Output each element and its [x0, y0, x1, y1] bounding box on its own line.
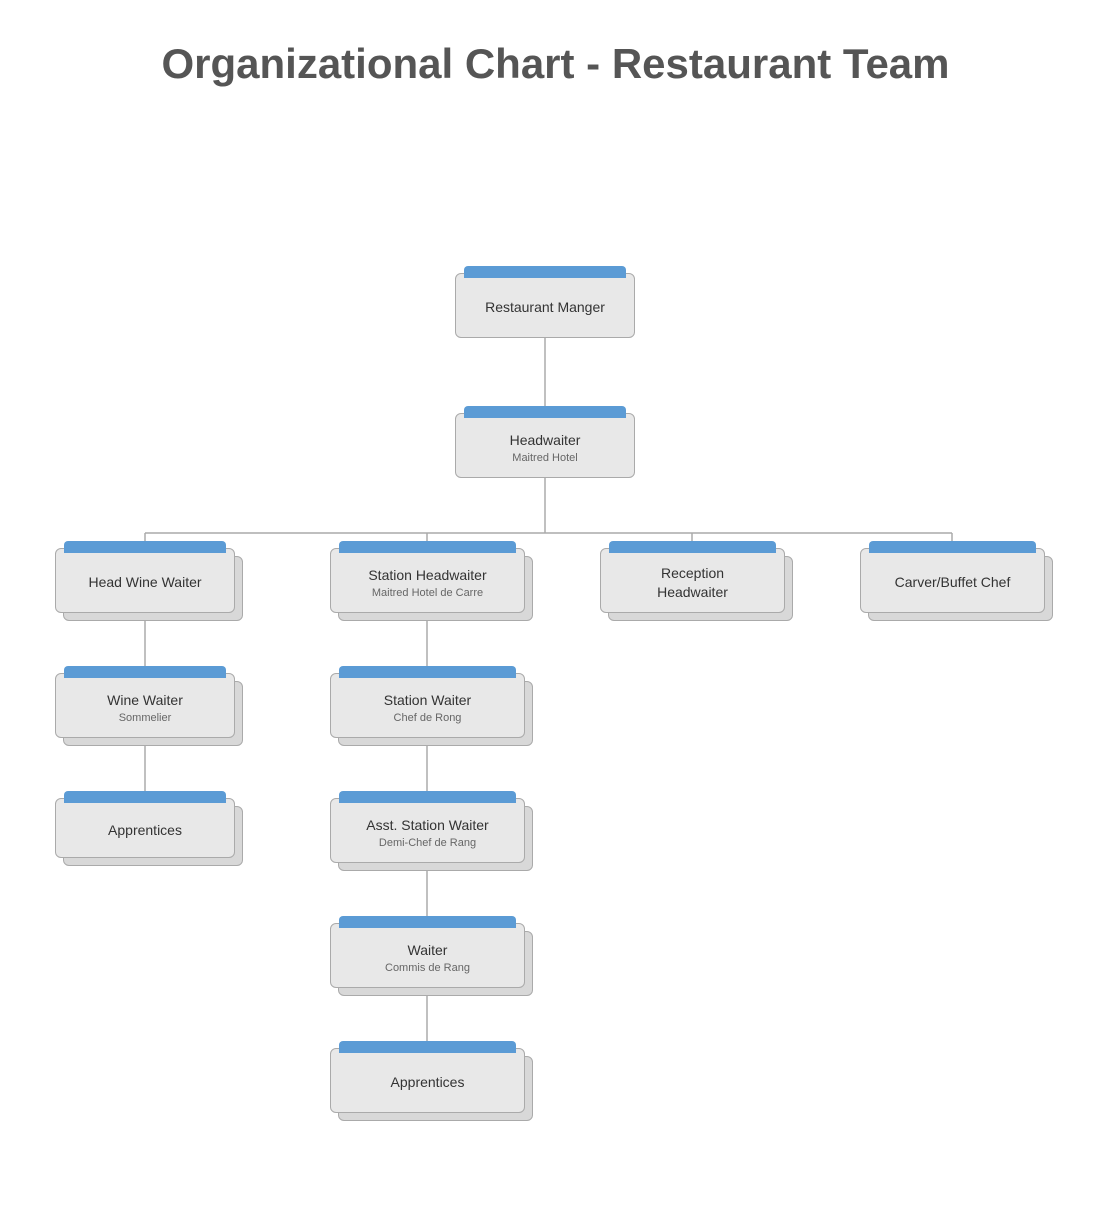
page-title: Organizational Chart - Restaurant Team: [0, 0, 1111, 118]
node-station-waiter-title: Station Waiter: [384, 691, 471, 709]
node-asst-station-waiter: Asst. Station Waiter Demi-Chef de Rang: [330, 798, 525, 863]
node-head-wine-waiter-title: Head Wine Waiter: [88, 573, 201, 591]
node-wine-waiter-sub: Sommelier: [119, 712, 172, 724]
node-apprentices-left-title: Apprentices: [108, 821, 182, 839]
node-apprentices-left: Apprentices: [55, 798, 235, 858]
node-restaurant-manager: Restaurant Manger: [455, 273, 635, 338]
node-wine-waiter: Wine Waiter Sommelier: [55, 673, 235, 738]
node-headwaiter-sub: Maitred Hotel: [512, 452, 577, 464]
node-reception-headwaiter: Reception Headwaiter: [600, 548, 785, 613]
node-carver-buffet-chef: Carver/Buffet Chef: [860, 548, 1045, 613]
node-asst-station-waiter-sub: Demi-Chef de Rang: [379, 837, 476, 849]
node-restaurant-manager-title: Restaurant Manger: [485, 298, 605, 316]
node-station-headwaiter-sub: Maitred Hotel de Carre: [372, 587, 483, 599]
node-headwaiter: Headwaiter Maitred Hotel: [455, 413, 635, 478]
node-station-headwaiter-title: Station Headwaiter: [368, 566, 486, 584]
node-station-waiter-sub: Chef de Rong: [394, 712, 462, 724]
node-apprentices-right-title: Apprentices: [391, 1073, 465, 1091]
node-station-headwaiter: Station Headwaiter Maitred Hotel de Carr…: [330, 548, 525, 613]
node-wine-waiter-title: Wine Waiter: [107, 691, 183, 709]
node-headwaiter-title: Headwaiter: [510, 431, 581, 449]
node-reception-headwaiter-title: Reception Headwaiter: [657, 564, 728, 600]
node-head-wine-waiter: Head Wine Waiter: [55, 548, 235, 613]
node-waiter-sub: Commis de Rang: [385, 962, 470, 974]
node-station-waiter: Station Waiter Chef de Rong: [330, 673, 525, 738]
node-carver-buffet-chef-title: Carver/Buffet Chef: [895, 573, 1011, 591]
node-waiter: Waiter Commis de Rang: [330, 923, 525, 988]
node-asst-station-waiter-title: Asst. Station Waiter: [366, 816, 488, 834]
node-apprentices-right: Apprentices: [330, 1048, 525, 1113]
node-waiter-title: Waiter: [408, 941, 448, 959]
